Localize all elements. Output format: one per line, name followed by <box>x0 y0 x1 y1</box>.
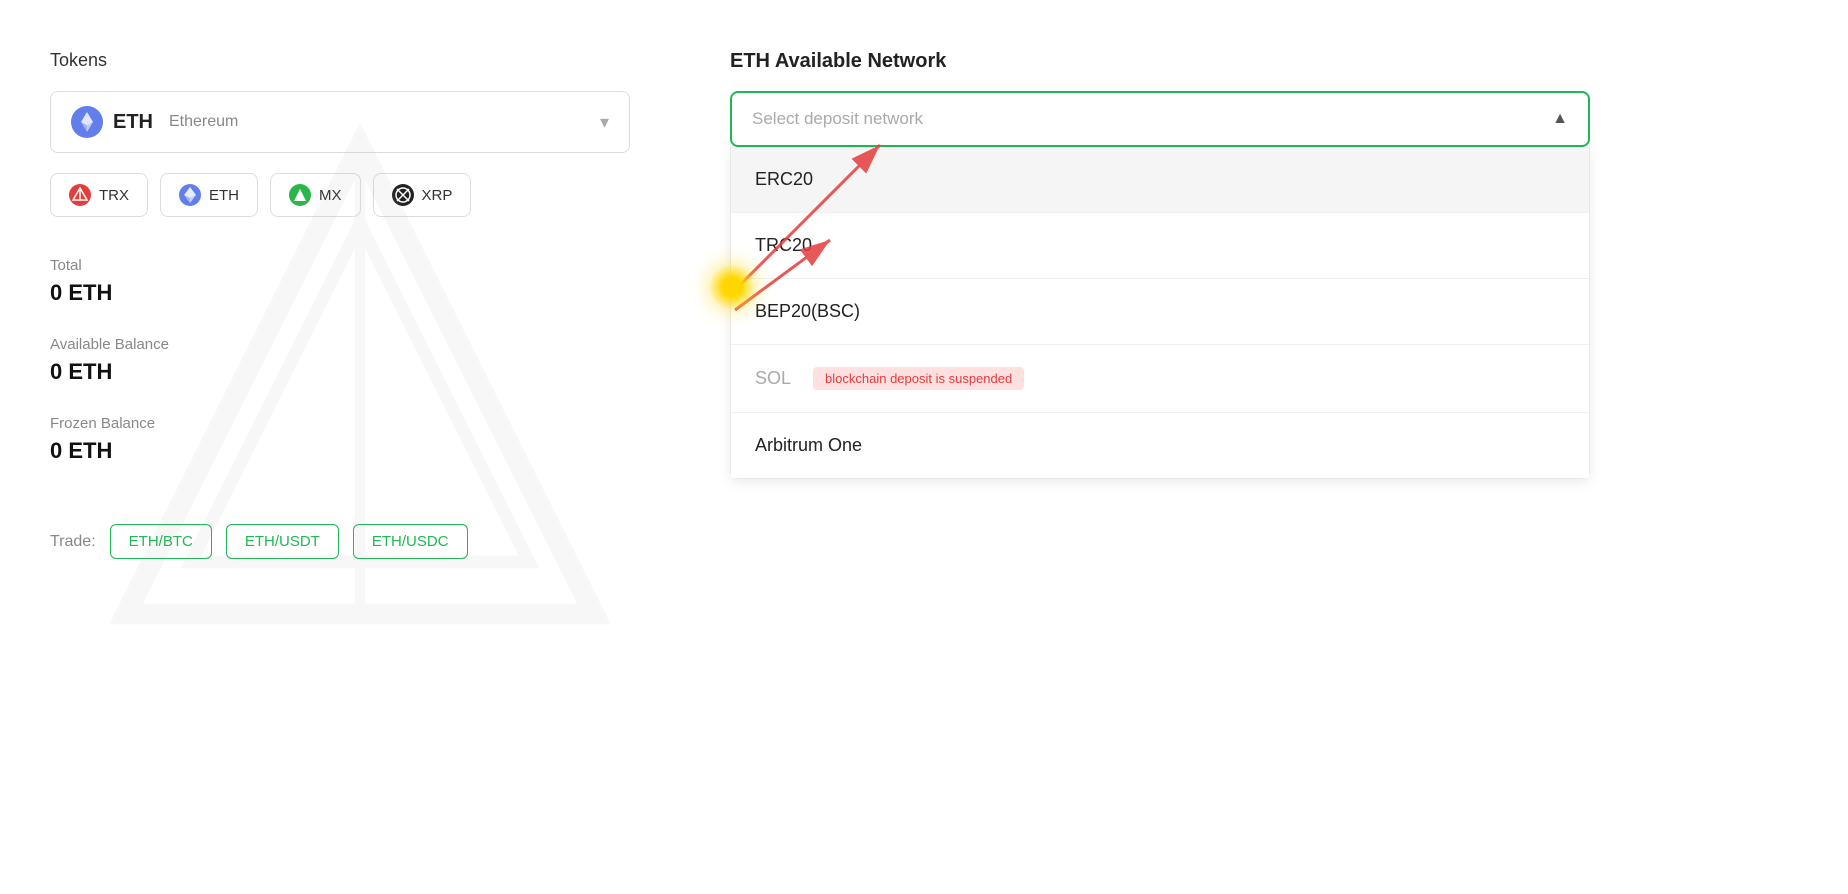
left-panel: Tokens ETH Ethereum ▾ <box>50 40 730 854</box>
frozen-value: 0 ETH <box>50 438 730 464</box>
token-name: Ethereum <box>169 113 238 131</box>
main-container: Tokens ETH Ethereum ▾ <box>0 0 1848 894</box>
trade-chip-ethbtc[interactable]: ETH/BTC <box>110 524 212 559</box>
token-chips: TRX ETH MX <box>50 173 730 217</box>
trx-icon <box>69 184 91 206</box>
token-chip-xrp[interactable]: XRP <box>373 173 472 217</box>
token-selector[interactable]: ETH Ethereum ▾ <box>50 91 630 153</box>
token-selector-left: ETH Ethereum <box>71 106 238 138</box>
token-chip-mx[interactable]: MX <box>270 173 361 217</box>
chevron-down-icon: ▾ <box>600 112 609 133</box>
frozen-label: Frozen Balance <box>50 415 730 432</box>
trade-chip-ethusdc[interactable]: ETH/USDC <box>353 524 468 559</box>
erc20-label: ERC20 <box>755 169 813 190</box>
network-dropdown-list: ERC20 TRC20 BEP20(BSC) SOL blockchain de… <box>730 147 1590 479</box>
xrp-label: XRP <box>422 187 453 204</box>
chevron-up-icon: ▲ <box>1552 110 1568 128</box>
token-chip-eth[interactable]: ETH <box>160 173 258 217</box>
total-value: 0 ETH <box>50 280 730 306</box>
network-option-arbitrum[interactable]: Arbitrum One <box>731 413 1589 478</box>
suspended-badge: blockchain deposit is suspended <box>813 367 1024 390</box>
network-option-bep20[interactable]: BEP20(BSC) <box>731 279 1589 345</box>
network-option-trc20[interactable]: TRC20 <box>731 213 1589 279</box>
network-select-box[interactable]: Select deposit network ▲ <box>730 91 1590 147</box>
mx-icon <box>289 184 311 206</box>
eth-chip-label: ETH <box>209 187 239 204</box>
tokens-label: Tokens <box>50 50 730 71</box>
token-symbol: ETH <box>113 111 153 134</box>
total-label: Total <box>50 257 730 274</box>
trade-section: Trade: ETH/BTC ETH/USDT ETH/USDC <box>50 524 730 559</box>
xrp-icon <box>392 184 414 206</box>
frozen-balance-section: Frozen Balance 0 ETH <box>50 415 730 464</box>
available-balance-section: Available Balance 0 ETH <box>50 336 730 385</box>
sol-label: SOL <box>755 368 791 389</box>
trc20-label: TRC20 <box>755 235 812 256</box>
mx-label: MX <box>319 187 342 204</box>
network-option-erc20[interactable]: ERC20 <box>731 147 1589 213</box>
eth-main-icon <box>71 106 103 138</box>
available-value: 0 ETH <box>50 359 730 385</box>
right-panel: ETH Available Network Select deposit net… <box>730 40 1798 854</box>
bep20-label: BEP20(BSC) <box>755 301 860 322</box>
network-dropdown-container: Select deposit network ▲ ERC20 TRC20 BEP… <box>730 91 1590 479</box>
eth-chip-icon <box>179 184 201 206</box>
token-chip-trx[interactable]: TRX <box>50 173 148 217</box>
network-select-placeholder: Select deposit network <box>752 109 923 129</box>
network-title: ETH Available Network <box>730 50 1798 73</box>
network-option-sol: SOL blockchain deposit is suspended <box>731 345 1589 413</box>
arbitrum-label: Arbitrum One <box>755 435 862 456</box>
total-balance-section: Total 0 ETH <box>50 257 730 306</box>
trade-chip-ethusdt[interactable]: ETH/USDT <box>226 524 339 559</box>
trx-label: TRX <box>99 187 129 204</box>
trade-label: Trade: <box>50 533 96 551</box>
available-label: Available Balance <box>50 336 730 353</box>
